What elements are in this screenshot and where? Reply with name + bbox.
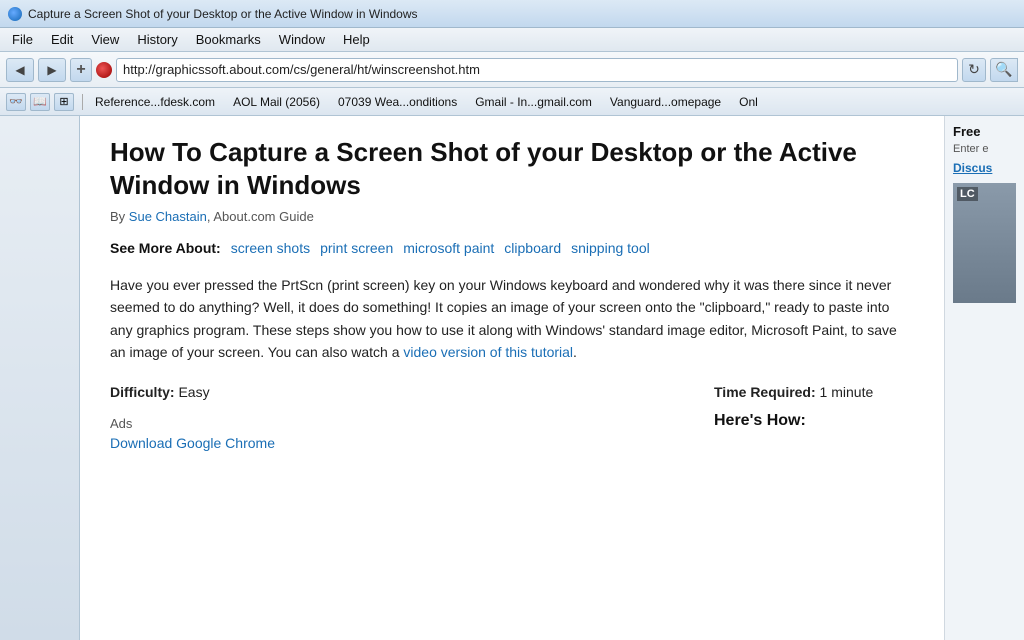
favicon	[96, 62, 112, 78]
free-label: Free	[953, 124, 1016, 139]
see-more-label: See More About:	[110, 240, 221, 256]
see-more-print-screen[interactable]: print screen	[320, 240, 393, 256]
window-title: Capture a Screen Shot of your Desktop or…	[28, 7, 418, 21]
article-body: Have you ever pressed the PrtScn (print …	[110, 274, 914, 364]
bookmark-reference[interactable]: Reference...fdesk.com	[87, 93, 223, 111]
menu-bar: File Edit View History Bookmarks Window …	[0, 28, 1024, 52]
image-label: LC	[957, 187, 978, 201]
see-more-clipboard[interactable]: clipboard	[504, 240, 561, 256]
byline-prefix: By	[110, 209, 129, 224]
browser-icon	[8, 7, 22, 21]
menu-history[interactable]: History	[129, 30, 185, 49]
refresh-icon: ↻	[968, 61, 980, 78]
bookmark-separator	[82, 94, 83, 110]
time-row: Time Required: 1 minute	[714, 384, 914, 400]
navigation-bar: ◀ ▶ + ↻ 🔍	[0, 52, 1024, 88]
back-button[interactable]: ◀	[6, 58, 34, 82]
reader-icon[interactable]: 👓	[6, 93, 26, 111]
discuss-link[interactable]: Discus	[953, 161, 992, 175]
right-column: Time Required: 1 minute Here's How:	[714, 384, 914, 451]
bookmark-onl[interactable]: Onl	[731, 93, 766, 111]
bookmarks-bar: 👓 📖 ⊞ Reference...fdesk.com AOL Mail (20…	[0, 88, 1024, 116]
sidebar-left	[0, 116, 80, 640]
left-column: Difficulty: Easy Ads Download Google Chr…	[110, 384, 684, 451]
apps-icon[interactable]: ⊞	[54, 93, 74, 111]
byline-suffix: , About.com Guide	[207, 209, 314, 224]
ads-label: Ads	[110, 416, 684, 431]
plus-icon: +	[76, 61, 85, 79]
ads-download-link[interactable]: Download Google Chrome	[110, 435, 275, 451]
menu-window[interactable]: Window	[271, 30, 333, 49]
bookmark-vanguard[interactable]: Vanguard...omepage	[602, 93, 729, 111]
main-content: How To Capture a Screen Shot of your Des…	[80, 116, 944, 640]
menu-file[interactable]: File	[4, 30, 41, 49]
bookmark-tool-icons: 👓 📖 ⊞	[6, 93, 74, 111]
heres-how: Here's How:	[714, 412, 914, 430]
time-label: Time Required:	[714, 384, 816, 400]
enter-email: Enter e	[953, 143, 1016, 155]
menu-help[interactable]: Help	[335, 30, 378, 49]
video-link[interactable]: video version of this tutorial	[403, 344, 573, 360]
forward-icon: ▶	[47, 63, 56, 77]
bookmarks-list-icon[interactable]: 📖	[30, 93, 50, 111]
bookmark-gmail[interactable]: Gmail - In...gmail.com	[467, 93, 600, 111]
url-input[interactable]	[116, 58, 958, 82]
refresh-button[interactable]: ↻	[962, 58, 986, 82]
bookmark-weather[interactable]: 07039 Wea...onditions	[330, 93, 465, 111]
see-more-microsoft-paint[interactable]: microsoft paint	[403, 240, 494, 256]
menu-view[interactable]: View	[83, 30, 127, 49]
difficulty-value: Easy	[178, 384, 209, 400]
see-more-screen-shots[interactable]: screen shots	[231, 240, 310, 256]
back-icon: ◀	[15, 63, 24, 77]
menu-edit[interactable]: Edit	[43, 30, 81, 49]
title-bar: Capture a Screen Shot of your Desktop or…	[0, 0, 1024, 28]
bottom-columns: Difficulty: Easy Ads Download Google Chr…	[110, 384, 914, 451]
author-link[interactable]: Sue Chastain	[129, 209, 207, 224]
difficulty-line: Difficulty: Easy	[110, 384, 684, 400]
body-end: .	[573, 344, 577, 360]
article-byline: By Sue Chastain, About.com Guide	[110, 209, 914, 224]
article-title: How To Capture a Screen Shot of your Des…	[110, 136, 914, 201]
bookmark-aol[interactable]: AOL Mail (2056)	[225, 93, 328, 111]
right-sidebar-content: Free Enter e Discus LC	[945, 116, 1024, 311]
sidebar-right: Free Enter e Discus LC	[944, 116, 1024, 640]
new-tab-button[interactable]: +	[70, 58, 92, 82]
time-value: 1 minute	[820, 384, 874, 400]
search-button[interactable]: 🔍	[990, 58, 1018, 82]
see-more-snipping-tool[interactable]: snipping tool	[571, 240, 650, 256]
difficulty-label: Difficulty:	[110, 384, 175, 400]
see-more-section: See More About: screen shots print scree…	[110, 240, 914, 256]
search-icon: 🔍	[995, 61, 1012, 78]
forward-button[interactable]: ▶	[38, 58, 66, 82]
menu-bookmarks[interactable]: Bookmarks	[188, 30, 269, 49]
right-image-area: LC	[953, 183, 1016, 303]
content-wrapper: How To Capture a Screen Shot of your Des…	[0, 116, 1024, 640]
